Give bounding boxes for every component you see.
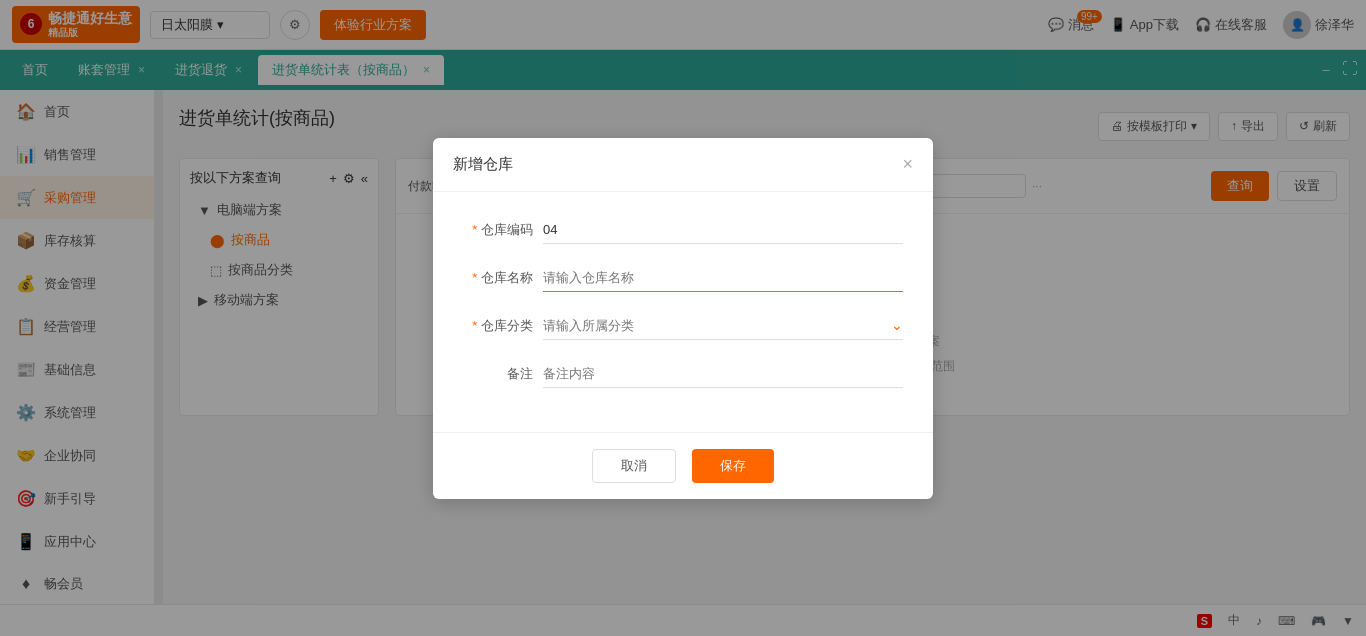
warehouse-code-input[interactable] xyxy=(543,216,903,244)
form-row-remark: 备注 xyxy=(463,360,903,388)
modal-overlay[interactable]: 新增仓库 × 仓库编码 仓库名称 仓库分类 ⌄ xyxy=(0,0,1366,636)
remark-input[interactable] xyxy=(543,360,903,388)
name-label: 仓库名称 xyxy=(463,269,543,287)
category-input[interactable] xyxy=(543,312,891,339)
new-warehouse-modal: 新增仓库 × 仓库编码 仓库名称 仓库分类 ⌄ xyxy=(433,138,933,499)
category-dropdown-icon[interactable]: ⌄ xyxy=(891,317,903,333)
form-row-name: 仓库名称 xyxy=(463,264,903,292)
category-label: 仓库分类 xyxy=(463,317,543,335)
code-label: 仓库编码 xyxy=(463,221,543,239)
warehouse-name-input[interactable] xyxy=(543,264,903,292)
form-row-code: 仓库编码 xyxy=(463,216,903,244)
modal-header: 新增仓库 × xyxy=(433,138,933,192)
modal-body: 仓库编码 仓库名称 仓库分类 ⌄ 备注 xyxy=(433,192,933,432)
modal-close-button[interactable]: × xyxy=(902,154,913,175)
save-button[interactable]: 保存 xyxy=(692,449,774,483)
remark-label: 备注 xyxy=(463,365,543,383)
category-select-wrap: ⌄ xyxy=(543,312,903,340)
modal-title: 新增仓库 xyxy=(453,155,513,174)
form-row-category: 仓库分类 ⌄ xyxy=(463,312,903,340)
cancel-button[interactable]: 取消 xyxy=(592,449,676,483)
modal-footer: 取消 保存 xyxy=(433,432,933,499)
